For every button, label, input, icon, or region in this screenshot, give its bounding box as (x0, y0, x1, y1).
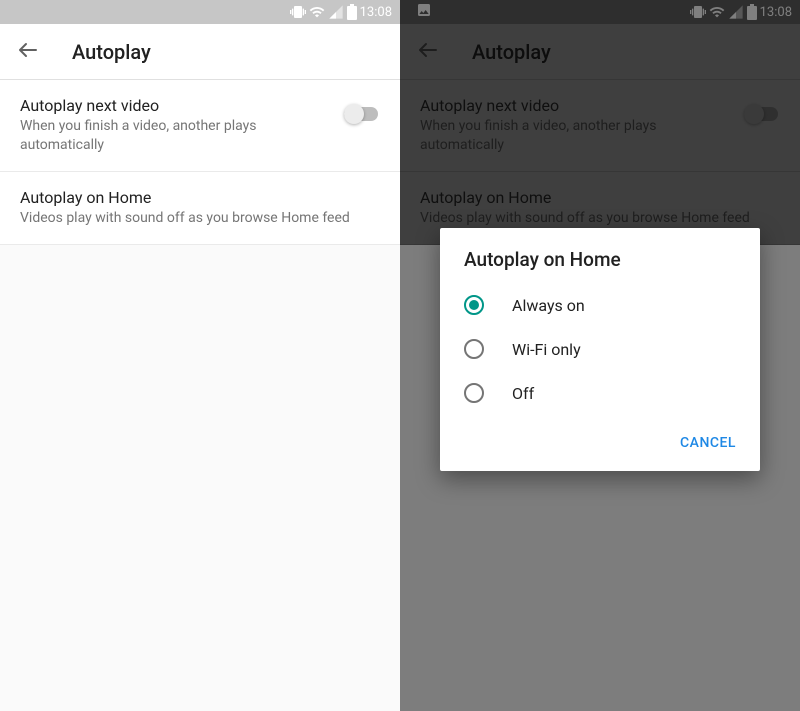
toggle-autoplay-next[interactable] (344, 104, 380, 124)
radio-label: Always on (512, 296, 585, 315)
radio-icon (464, 339, 484, 359)
settings-list: Autoplay next video When you finish a vi… (0, 80, 400, 245)
status-time: 13:08 (360, 5, 392, 20)
screen-settings: 13:08 Autoplay Autoplay next video When … (0, 0, 400, 711)
battery-icon (347, 4, 357, 20)
setting-autoplay-home[interactable]: Autoplay on Home Videos play with sound … (0, 172, 400, 245)
back-button[interactable] (16, 38, 40, 66)
radio-label: Wi-Fi only (512, 340, 581, 359)
setting-desc: When you finish a video, another plays a… (20, 117, 328, 155)
screen-dialog: 13:08 Autoplay Autoplay next video When … (400, 0, 800, 711)
radio-icon (464, 295, 484, 315)
setting-autoplay-next[interactable]: Autoplay next video When you finish a vi… (0, 80, 400, 172)
page-title: Autoplay (72, 40, 151, 64)
signal-icon (328, 4, 344, 20)
dialog-actions: CANCEL (440, 415, 760, 463)
dialog-autoplay-home: Autoplay on Home Always on Wi-Fi only Of… (440, 228, 760, 471)
radio-label: Off (512, 384, 534, 403)
option-wifi-only[interactable]: Wi-Fi only (440, 327, 760, 371)
option-always-on[interactable]: Always on (440, 283, 760, 327)
status-bar: 13:08 (0, 0, 400, 24)
setting-title: Autoplay on Home (20, 188, 380, 207)
dialog-title: Autoplay on Home (440, 248, 760, 283)
radio-icon (464, 383, 484, 403)
status-icons: 13:08 (290, 4, 392, 20)
cancel-button[interactable]: CANCEL (672, 427, 744, 459)
setting-desc: Videos play with sound off as you browse… (20, 209, 380, 228)
option-off[interactable]: Off (440, 371, 760, 415)
app-bar: Autoplay (0, 24, 400, 80)
vibrate-icon (290, 4, 306, 20)
wifi-icon (309, 4, 325, 20)
setting-title: Autoplay next video (20, 96, 328, 115)
